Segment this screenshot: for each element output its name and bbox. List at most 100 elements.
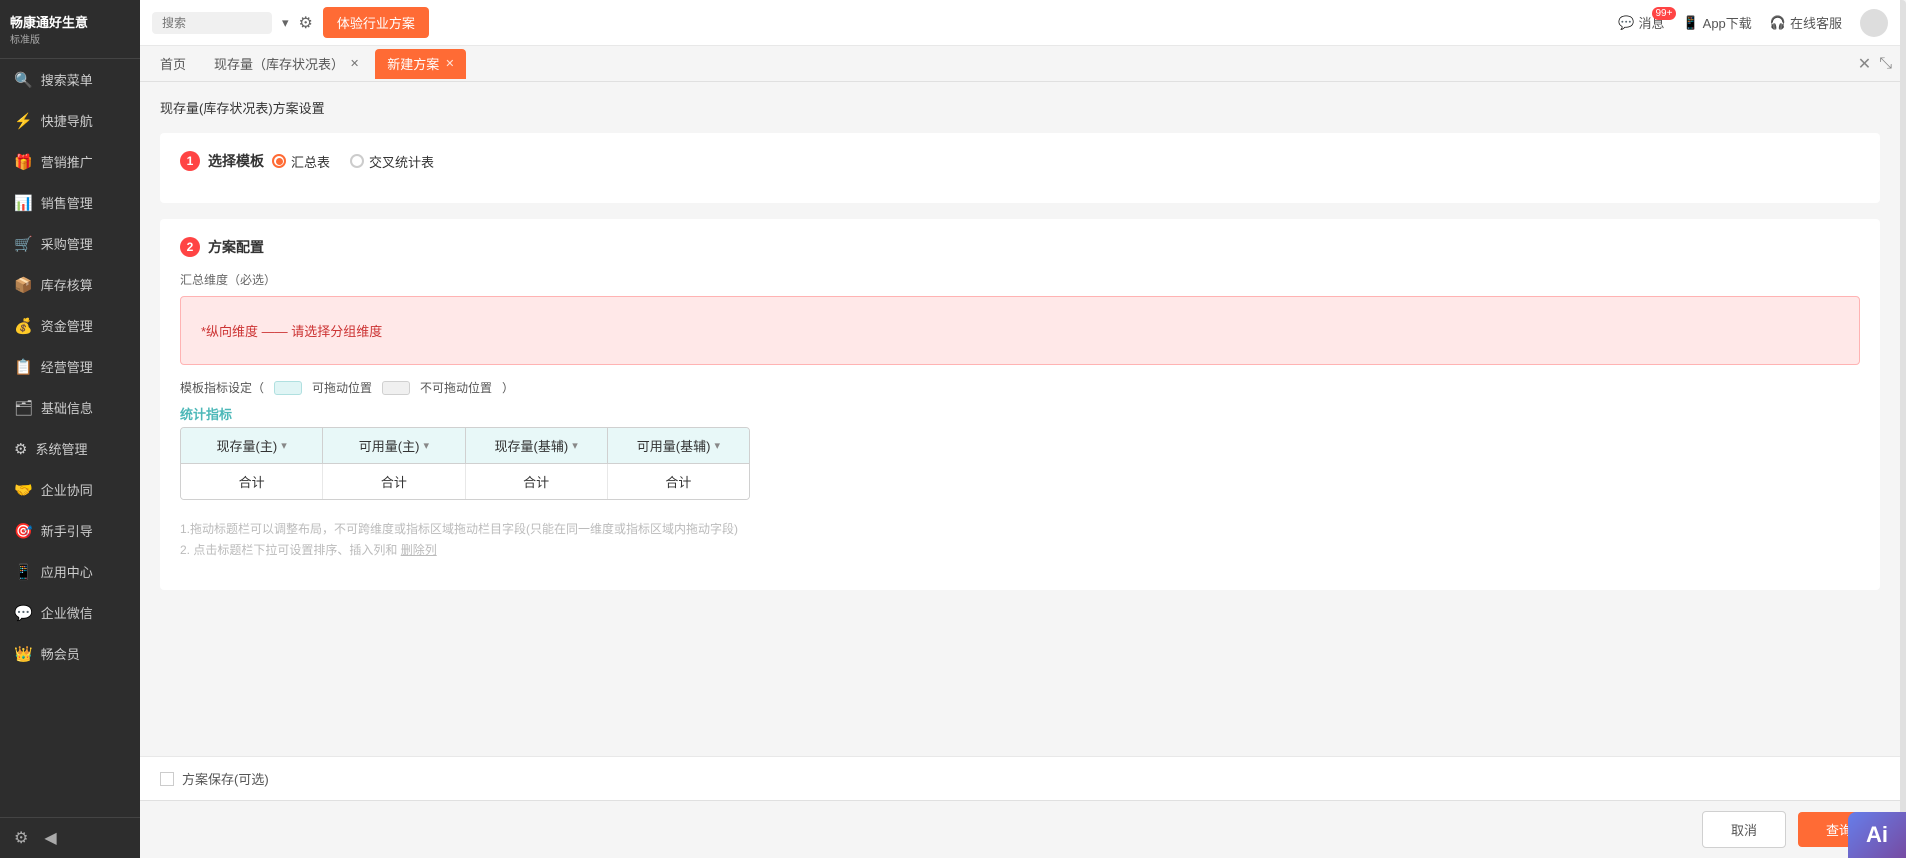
sidebar-item-member[interactable]: 👑 畅会员 <box>0 633 140 674</box>
settings-icon[interactable]: ⚙ <box>14 828 28 848</box>
tip-2-link[interactable]: 删除列 <box>401 543 437 557</box>
tabbar: 首页 现存量（库存状况表） ✕ 新建方案 ✕ ✕ ⤡ <box>140 46 1900 82</box>
sidebar-item-finance[interactable]: 💰 资金管理 <box>0 305 140 346</box>
tab-new-plan[interactable]: 新建方案 ✕ <box>375 49 466 79</box>
radio-summary-dot <box>272 154 286 168</box>
stats-col-3-label: 可用量(基辅) <box>637 436 711 455</box>
finance-icon: 💰 <box>14 317 33 335</box>
sidebar-item-search[interactable]: 🔍 搜索菜单 <box>0 59 140 100</box>
stats-col-0-label: 现存量(主) <box>217 436 278 455</box>
template-radio-group: 汇总表 交叉统计表 <box>272 152 434 171</box>
trial-btn[interactable]: 体验行业方案 <box>323 7 429 38</box>
topbar: ▾ ⚙ 体验行业方案 💬 消息 99+ 📱 App下载 🎧 在线客服 <box>140 0 1900 46</box>
indicator-settings-label: 模板指标设定（ <box>180 379 264 396</box>
purchase-icon: 🛒 <box>14 235 33 253</box>
topbar-right: 💬 消息 99+ 📱 App下载 🎧 在线客服 <box>1618 9 1888 37</box>
sidebar: 畅康通好生意 标准版 🔍 搜索菜单 ⚡ 快捷导航 🎁 营销推广 📊 销售管理 🛒… <box>0 0 140 858</box>
sidebar-item-label: 企业微信 <box>41 603 93 622</box>
action-bar: 取消 查询 <box>140 800 1900 858</box>
sidebar-item-label: 应用中心 <box>41 562 93 581</box>
avatar[interactable] <box>1860 9 1888 37</box>
sidebar-item-guide[interactable]: 🎯 新手引导 <box>0 510 140 551</box>
app-logo: 畅康通好生意 标准版 <box>0 0 140 59</box>
tab-new-plan-label: 新建方案 <box>387 54 439 73</box>
sidebar-item-system[interactable]: ⚙ 系统管理 <box>0 428 140 469</box>
sidebar-item-label: 系统管理 <box>35 439 87 458</box>
sidebar-item-label: 企业协同 <box>41 480 93 499</box>
stats-col-2-label: 现存量(基辅) <box>495 436 569 455</box>
app-download-btn[interactable]: 📱 App下载 <box>1682 13 1751 32</box>
dropdown-arrow-icon[interactable]: ▾ <box>282 15 289 31</box>
sidebar-item-operations[interactable]: 📋 经营管理 <box>0 346 140 387</box>
legend-close: ） <box>502 379 514 396</box>
draggable-legend-box <box>274 381 302 395</box>
sidebar-item-purchase[interactable]: 🛒 采购管理 <box>0 223 140 264</box>
sidebar-nav: 🔍 搜索菜单 ⚡ 快捷导航 🎁 营销推广 📊 销售管理 🛒 采购管理 📦 库存核… <box>0 59 140 817</box>
gear-icon[interactable]: ⚙ <box>299 13 313 33</box>
tab-close-icon[interactable]: ✕ <box>350 57 359 70</box>
headphone-icon: 🎧 <box>1770 15 1786 31</box>
sidebar-item-label: 营销推广 <box>41 152 93 171</box>
sidebar-item-corp[interactable]: 🤝 企业协同 <box>0 469 140 510</box>
radio-cross[interactable]: 交叉统计表 <box>350 152 434 171</box>
sidebar-item-label: 库存核算 <box>41 275 93 294</box>
indicator-legend-row: 模板指标设定（ 可拖动位置 不可拖动位置 ） <box>180 379 1860 396</box>
tab-inventory-label: 现存量（库存状况表） <box>214 54 344 73</box>
stats-summary-3: 合计 <box>665 472 691 491</box>
tip-1: 1.拖动标题栏可以调整布局，不可跨维度或指标区域拖动栏目字段(只能在同一维度或指… <box>180 520 1860 537</box>
sidebar-item-quicknav[interactable]: ⚡ 快捷导航 <box>0 100 140 141</box>
stats-header-col-2[interactable]: 现存量(基辅) ▾ <box>466 428 608 463</box>
cancel-button[interactable]: 取消 <box>1702 811 1786 848</box>
sidebar-bottom: ⚙ ◀ <box>0 817 140 858</box>
sidebar-item-wechat[interactable]: 💬 企业微信 <box>0 592 140 633</box>
radio-summary[interactable]: 汇总表 <box>272 152 330 171</box>
stats-section-label: 统计指标 <box>180 404 1860 423</box>
online-service-btn[interactable]: 🎧 在线客服 <box>1770 13 1842 32</box>
search-input[interactable] <box>152 12 272 34</box>
stats-summary-2: 合计 <box>523 472 549 491</box>
collapse-icon[interactable]: ◀ <box>44 828 56 848</box>
dimension-selector[interactable]: *纵向维度 —— 请选择分组维度 <box>180 296 1860 365</box>
stats-header-col-3[interactable]: 可用量(基辅) ▾ <box>608 428 749 463</box>
corp-icon: 🤝 <box>14 481 33 499</box>
step1-title: 选择模板 <box>208 151 264 171</box>
app-download-icon: 📱 <box>1682 15 1698 31</box>
tab-home[interactable]: 首页 <box>148 49 198 79</box>
sidebar-item-label: 搜索菜单 <box>41 70 93 89</box>
stats-body-col-0: 合计 <box>181 464 323 499</box>
messages-btn[interactable]: 💬 消息 99+ <box>1618 13 1664 32</box>
stats-header-col-1[interactable]: 可用量(主) ▾ <box>323 428 465 463</box>
tip-2: 2. 点击标题栏下拉可设置排序、插入列和 删除列 <box>180 541 1860 558</box>
chevron-down-icon-0: ▾ <box>281 439 287 452</box>
save-row: 方案保存(可选) <box>140 756 1900 800</box>
guide-icon: 🎯 <box>14 522 33 540</box>
main-area: ▾ ⚙ 体验行业方案 💬 消息 99+ 📱 App下载 🎧 在线客服 首页 <box>140 0 1900 858</box>
tab-new-plan-close-icon[interactable]: ✕ <box>445 57 454 70</box>
wechat-icon: 💬 <box>14 604 33 622</box>
sidebar-item-apps[interactable]: 📱 应用中心 <box>0 551 140 592</box>
ai-badge[interactable]: Ai <box>1848 812 1906 858</box>
stats-body-col-2: 合计 <box>466 464 608 499</box>
sidebar-item-basic[interactable]: 🗂 基础信息 <box>0 387 140 428</box>
stats-header-col-0[interactable]: 现存量(主) ▾ <box>181 428 323 463</box>
resize-handle[interactable] <box>1900 0 1906 858</box>
tab-inventory-status[interactable]: 现存量（库存状况表） ✕ <box>202 49 371 79</box>
sidebar-item-label: 资金管理 <box>41 316 93 335</box>
stats-col-1-label: 可用量(主) <box>359 436 420 455</box>
maximize-icon[interactable]: ⤡ <box>1879 55 1892 73</box>
sidebar-item-inventory[interactable]: 📦 库存核算 <box>0 264 140 305</box>
sidebar-item-sales[interactable]: 📊 销售管理 <box>0 182 140 223</box>
sidebar-item-marketing[interactable]: 🎁 营销推广 <box>0 141 140 182</box>
radio-cross-label: 交叉统计表 <box>369 152 434 171</box>
stats-header-row: 现存量(主) ▾ 可用量(主) ▾ 现存量(基辅) ▾ 可用量(基辅) <box>181 428 749 464</box>
draggable-legend-label: 可拖动位置 <box>312 379 372 396</box>
indicator-settings: 模板指标设定（ 可拖动位置 不可拖动位置 ） 统计指标 现存量(主) ▾ <box>180 379 1860 572</box>
step2-badge: 2 <box>180 237 200 257</box>
close-icon[interactable]: ✕ <box>1858 54 1871 74</box>
system-icon: ⚙ <box>14 440 27 458</box>
step1-badge: 1 <box>180 151 200 171</box>
stats-summary-1: 合计 <box>381 472 407 491</box>
chevron-down-icon-3: ▾ <box>714 439 720 452</box>
save-checkbox[interactable] <box>160 772 174 786</box>
chevron-down-icon-1: ▾ <box>423 439 429 452</box>
